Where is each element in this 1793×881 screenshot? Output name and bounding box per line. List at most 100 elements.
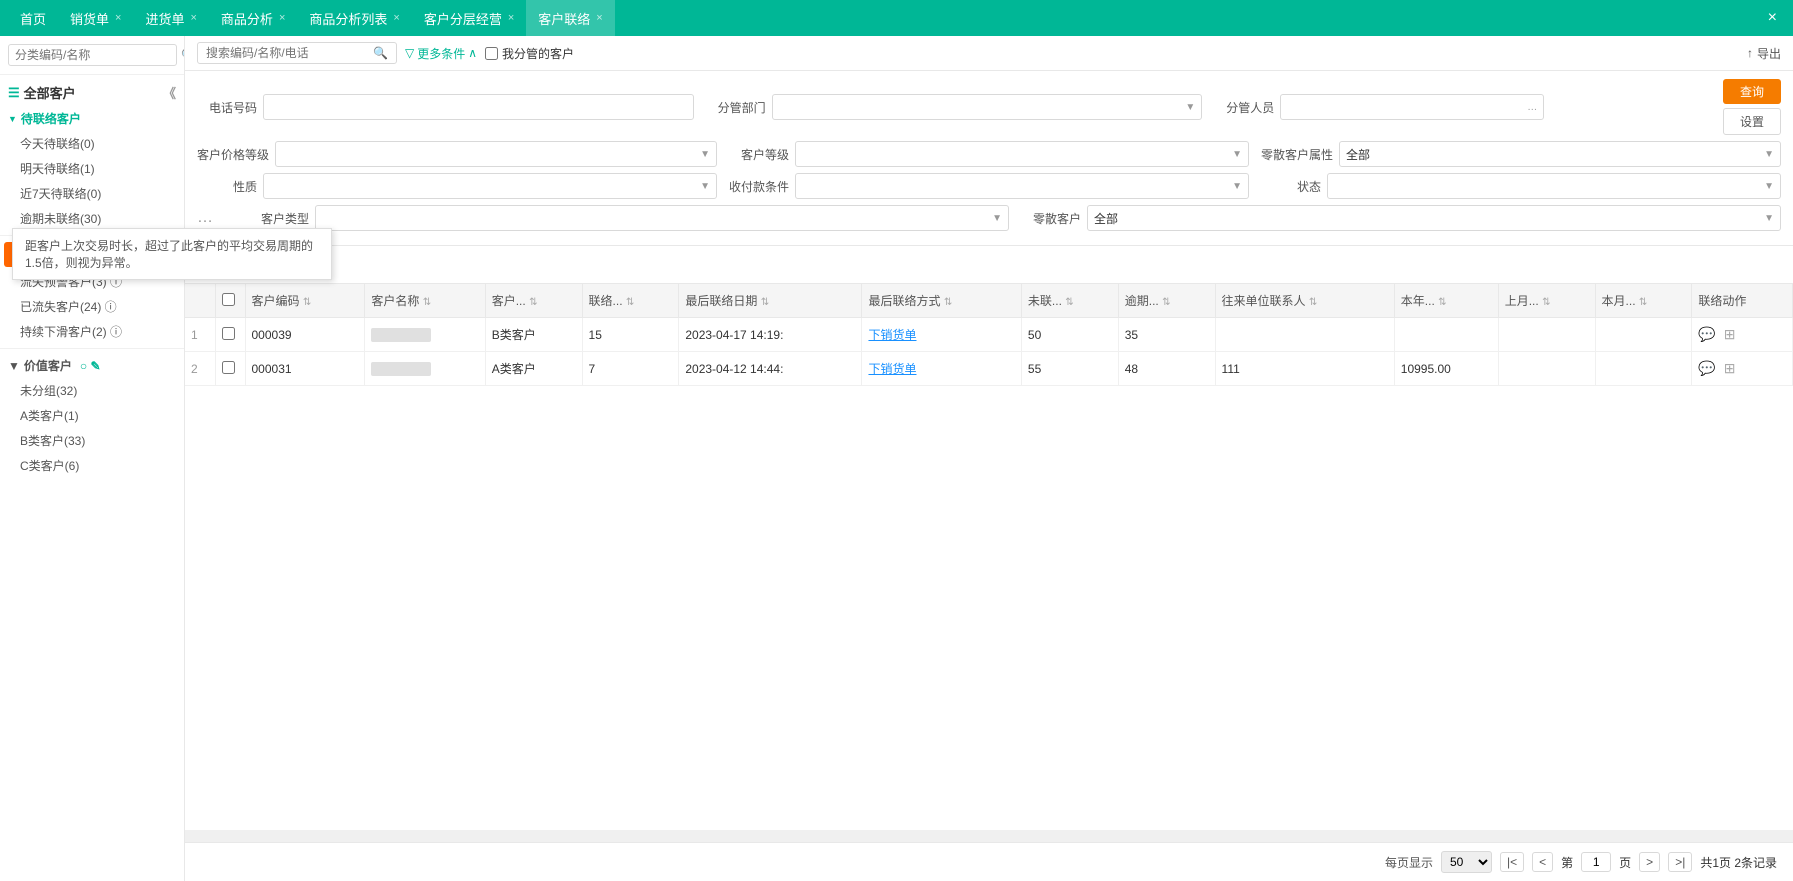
blurred-name-2	[371, 362, 431, 376]
edit-value-customer-icon[interactable]: ○ ✎	[80, 359, 101, 373]
grid-icon-2[interactable]: ⊞	[1724, 360, 1736, 377]
nav-home[interactable]: 首页	[8, 0, 58, 36]
td-overdue-1: 35	[1118, 318, 1215, 352]
sidebar-search-input[interactable]	[8, 44, 177, 66]
sort-this-month-icon: ⇅	[1639, 297, 1647, 308]
close-customer-contact-icon[interactable]: ×	[596, 12, 602, 24]
payment-terms-select[interactable]: ▼	[795, 173, 1249, 199]
sidebar-all-customers-header: ☰ 全部客户 《	[0, 75, 184, 106]
export-button[interactable]: ↑ 导出	[1747, 45, 1781, 62]
customer-level-select[interactable]: ▼	[795, 141, 1249, 167]
phone-input[interactable]	[263, 94, 694, 120]
close-customer-tiering-icon[interactable]: ×	[508, 12, 514, 24]
sidebar-item-class-a[interactable]: A类客户(1)	[0, 403, 184, 428]
customer-type-select[interactable]: ▼	[315, 205, 1009, 231]
th-last-month[interactable]: 上月... ⇅	[1498, 284, 1595, 318]
sidebar-item-churned[interactable]: 已流失客户(24) ⓘ	[0, 294, 184, 319]
grid-icon-1[interactable]: ⊞	[1724, 326, 1736, 343]
close-all-tabs-button[interactable]: ×	[1760, 9, 1785, 27]
sidebar-item-declining[interactable]: 持续下滑客户(2) ⓘ	[0, 319, 184, 344]
sidebar-item-class-c[interactable]: C类客户(6)	[0, 453, 184, 478]
row2-checkbox[interactable]	[222, 361, 235, 374]
page-input[interactable]	[1581, 852, 1611, 872]
sidebar-item-class-b[interactable]: B类客户(33)	[0, 428, 184, 453]
pagination-bar: 每页显示 50 100 200 |< < 第 页 > >| 共1页 2条记录	[185, 842, 1793, 881]
sidebar-collapse-btn[interactable]: 《	[163, 83, 176, 102]
more-conditions-btn[interactable]: ▽ 更多条件 ∧	[405, 45, 477, 62]
search-input[interactable]	[206, 46, 373, 60]
last-method-link-1[interactable]: 下销货单	[868, 328, 916, 342]
chat-icon-1[interactable]: 💬	[1698, 326, 1715, 343]
price-level-select[interactable]: ▼	[275, 141, 717, 167]
expanded-filter: 电话号码 分管部门 ▼ 分管人员 …	[185, 71, 1793, 246]
dept-caret-icon: ▼	[1185, 102, 1195, 113]
retail-customer-select[interactable]: 全部 ▼	[1087, 205, 1781, 231]
manager-select[interactable]: …	[1280, 94, 1544, 120]
nav-sales-order[interactable]: 销货单 ×	[58, 0, 133, 36]
nav-customer-tiering[interactable]: 客户分层经营 ×	[412, 0, 526, 36]
query-button[interactable]: 查询	[1723, 79, 1781, 104]
sidebar-group-pending-contact[interactable]: ▼ 待联络客户	[0, 106, 184, 131]
table-wrap: 客户编码 ⇅ 客户名称 ⇅ 客户... ⇅ 联络... ⇅ 最后联络日期 ⇅ 最…	[185, 284, 1793, 830]
settings-button[interactable]: 设置	[1723, 108, 1781, 135]
dept-select[interactable]: ▼	[772, 94, 1203, 120]
customer-type-label: 客户类型	[249, 210, 309, 227]
search-bar-icon[interactable]: 🔍	[373, 46, 388, 60]
sidebar-item-today-pending[interactable]: 今天待联络(0)	[0, 131, 184, 156]
nav-customer-contact[interactable]: 客户联络 ×	[526, 0, 614, 36]
th-last-contact-date[interactable]: 最后联络日期 ⇅	[679, 284, 862, 318]
horizontal-scrollbar[interactable]	[185, 830, 1793, 842]
per-page-label: 每页显示	[1385, 854, 1433, 871]
sidebar-item-tomorrow-pending[interactable]: 明天待联络(1)	[0, 156, 184, 181]
status-select[interactable]: ▼	[1327, 173, 1781, 199]
td-actions-2: 💬 ⊞	[1692, 352, 1793, 386]
th-this-month[interactable]: 本月... ⇅	[1595, 284, 1692, 318]
retail-attr-select[interactable]: 全部 ▼	[1339, 141, 1781, 167]
th-this-year[interactable]: 本年... ⇅	[1394, 284, 1498, 318]
first-page-btn[interactable]: |<	[1500, 852, 1524, 872]
row1-checkbox[interactable]	[222, 327, 235, 340]
nav-product-analysis-list[interactable]: 商品分析列表 ×	[297, 0, 411, 36]
nature-select[interactable]: ▼	[263, 173, 717, 199]
sort-not-contacted-icon: ⇅	[1065, 297, 1073, 308]
th-checkbox	[215, 284, 245, 318]
chat-icon-2[interactable]: 💬	[1698, 360, 1715, 377]
retail-attr-caret-icon: ▼	[1764, 149, 1774, 160]
more-dots-button[interactable]: …	[197, 209, 213, 227]
nature-caret-icon: ▼	[700, 181, 710, 192]
close-sales-order-icon[interactable]: ×	[115, 12, 121, 24]
next-page-btn[interactable]: >	[1639, 852, 1660, 872]
sidebar-item-unclassified[interactable]: 未分组(32)	[0, 378, 184, 403]
close-product-analysis-icon[interactable]: ×	[279, 12, 285, 24]
last-page-btn[interactable]: >|	[1668, 852, 1692, 872]
per-page-select[interactable]: 50 100 200	[1441, 851, 1492, 873]
th-contact-person[interactable]: 往来单位联系人 ⇅	[1215, 284, 1394, 318]
td-rownum-2: 2	[185, 352, 215, 386]
td-this-month-1	[1595, 318, 1692, 352]
th-rownum	[185, 284, 215, 318]
sidebar-group-value-customers[interactable]: ▼ 价值客户 ○ ✎	[0, 353, 184, 378]
status-label: 状态	[1261, 178, 1321, 195]
filter-field-retail-attr: 零散客户属性 全部 ▼	[1261, 141, 1781, 167]
close-product-analysis-list-icon[interactable]: ×	[393, 12, 399, 24]
my-customers-checkbox-label[interactable]: 我分管的客户	[485, 45, 574, 62]
th-name[interactable]: 客户名称 ⇅	[365, 284, 485, 318]
td-not-contacted-1: 50	[1021, 318, 1118, 352]
prev-page-btn[interactable]: <	[1532, 852, 1553, 872]
nature-label: 性质	[197, 178, 257, 195]
close-purchase-order-icon[interactable]: ×	[190, 12, 196, 24]
select-all-checkbox[interactable]	[222, 293, 235, 306]
sidebar-item-7day-pending[interactable]: 近7天待联络(0)	[0, 181, 184, 206]
th-not-contacted[interactable]: 未联... ⇅	[1021, 284, 1118, 318]
th-last-contact-method[interactable]: 最后联络方式 ⇅	[862, 284, 1021, 318]
th-overdue[interactable]: 逾期... ⇅	[1118, 284, 1215, 318]
my-customers-checkbox[interactable]	[485, 47, 498, 60]
nav-purchase-order[interactable]: 进货单 ×	[133, 0, 208, 36]
th-level[interactable]: 客户... ⇅	[485, 284, 582, 318]
sort-last-method-icon: ⇅	[944, 297, 952, 308]
td-code-1: 000039	[245, 318, 365, 352]
th-code[interactable]: 客户编码 ⇅	[245, 284, 365, 318]
th-contact-count[interactable]: 联络... ⇅	[582, 284, 679, 318]
nav-product-analysis[interactable]: 商品分析 ×	[209, 0, 297, 36]
last-method-link-2[interactable]: 下销货单	[868, 362, 916, 376]
